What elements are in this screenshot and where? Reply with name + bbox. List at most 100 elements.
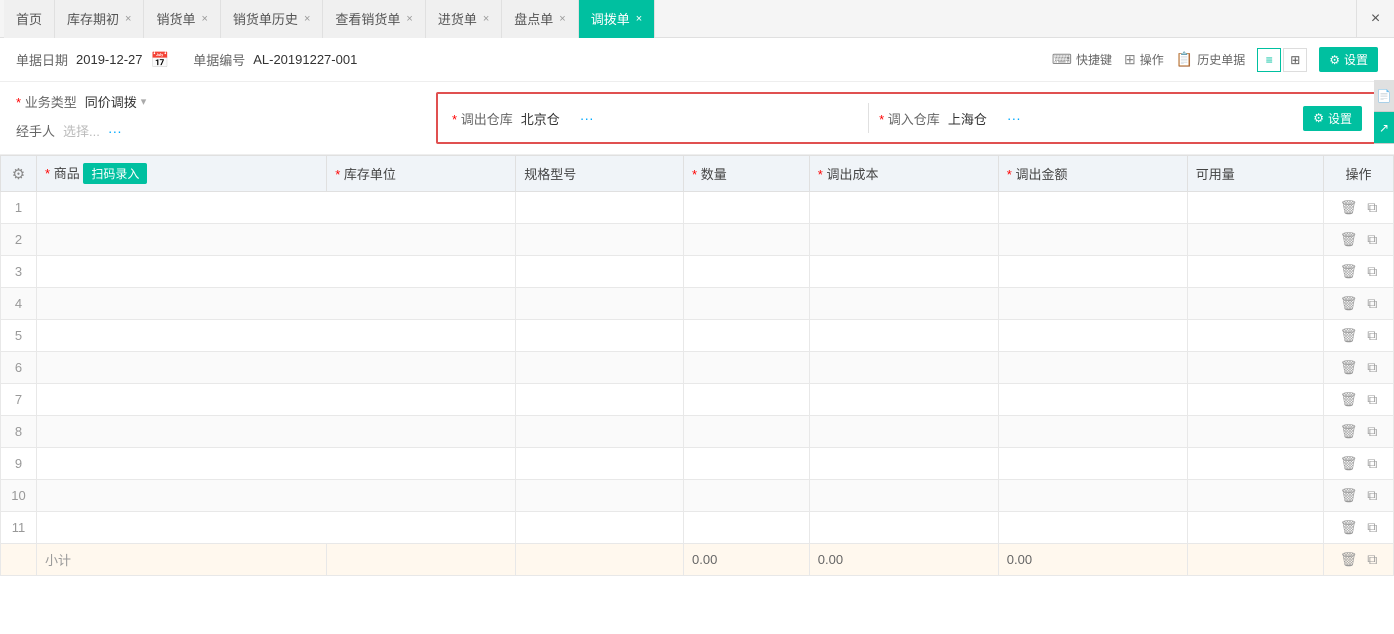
- delete-icon[interactable]: 🗑: [1340, 231, 1358, 247]
- shortcut-button[interactable]: ⌨ 快捷键: [1052, 51, 1112, 68]
- tab-inventory-check[interactable]: 盘点单 ×: [502, 0, 578, 38]
- available-cell[interactable]: [1187, 288, 1323, 320]
- available-cell[interactable]: [1187, 512, 1323, 544]
- tab-view-sales-close[interactable]: ×: [406, 13, 412, 25]
- right-panel-doc-icon[interactable]: 📄: [1374, 80, 1394, 112]
- delete-icon[interactable]: 🗑: [1340, 423, 1358, 439]
- copy-icon[interactable]: ⧉: [1367, 359, 1377, 375]
- amount-cell[interactable]: [998, 192, 1187, 224]
- amount-cell[interactable]: [998, 512, 1187, 544]
- qty-cell[interactable]: [684, 320, 810, 352]
- spec-cell[interactable]: [516, 416, 684, 448]
- amount-cell[interactable]: [998, 288, 1187, 320]
- qty-cell[interactable]: [684, 480, 810, 512]
- grid-view-button[interactable]: ⊞: [1283, 48, 1307, 72]
- subtotal-delete-icon[interactable]: 🗑: [1340, 551, 1358, 567]
- spec-cell[interactable]: [516, 352, 684, 384]
- spec-cell[interactable]: [516, 256, 684, 288]
- tab-sales-history-close[interactable]: ×: [304, 13, 310, 25]
- spec-cell[interactable]: [516, 192, 684, 224]
- warehouse-settings-button[interactable]: ⚙ 设置: [1303, 106, 1362, 131]
- cost-cell[interactable]: [809, 480, 998, 512]
- calendar-icon[interactable]: 📅: [151, 51, 170, 69]
- copy-icon[interactable]: ⧉: [1367, 391, 1377, 407]
- delete-icon[interactable]: 🗑: [1340, 487, 1358, 503]
- product-cell[interactable]: [37, 192, 516, 224]
- tab-home[interactable]: 首页: [4, 0, 55, 38]
- scan-entry-button[interactable]: 扫码录入: [83, 163, 147, 184]
- qty-cell[interactable]: [684, 256, 810, 288]
- delete-icon[interactable]: 🗑: [1340, 519, 1358, 535]
- delete-icon[interactable]: 🗑: [1340, 391, 1358, 407]
- tab-inventory-init[interactable]: 库存期初 ×: [55, 0, 144, 38]
- copy-icon[interactable]: ⧉: [1367, 455, 1377, 471]
- cost-cell[interactable]: [809, 320, 998, 352]
- tab-purchase[interactable]: 进货单 ×: [426, 0, 502, 38]
- qty-cell[interactable]: [684, 448, 810, 480]
- amount-cell[interactable]: [998, 448, 1187, 480]
- copy-icon[interactable]: ⧉: [1367, 231, 1377, 247]
- col-gear[interactable]: ⚙: [1, 156, 37, 192]
- subtotal-copy-icon[interactable]: ⧉: [1367, 551, 1377, 567]
- available-cell[interactable]: [1187, 224, 1323, 256]
- copy-icon[interactable]: ⧉: [1367, 519, 1377, 535]
- product-cell[interactable]: [37, 256, 516, 288]
- amount-cell[interactable]: [998, 416, 1187, 448]
- spec-cell[interactable]: [516, 288, 684, 320]
- copy-icon[interactable]: ⧉: [1367, 199, 1377, 215]
- available-cell[interactable]: [1187, 320, 1323, 352]
- table-settings-icon[interactable]: ⚙: [12, 166, 25, 183]
- spec-cell[interactable]: [516, 320, 684, 352]
- available-cell[interactable]: [1187, 256, 1323, 288]
- product-cell[interactable]: [37, 384, 516, 416]
- available-cell[interactable]: [1187, 480, 1323, 512]
- cost-cell[interactable]: [809, 448, 998, 480]
- qty-cell[interactable]: [684, 224, 810, 256]
- qty-cell[interactable]: [684, 352, 810, 384]
- tab-view-sales[interactable]: 查看销货单 ×: [323, 0, 425, 38]
- available-cell[interactable]: [1187, 192, 1323, 224]
- product-cell[interactable]: [37, 352, 516, 384]
- amount-cell[interactable]: [998, 384, 1187, 416]
- product-cell[interactable]: [37, 224, 516, 256]
- history-button[interactable]: 📋 历史单据: [1176, 51, 1245, 68]
- tab-sales-order[interactable]: 销货单 ×: [144, 0, 220, 38]
- settings-button[interactable]: ⚙ 设置: [1319, 47, 1378, 72]
- qty-cell[interactable]: [684, 512, 810, 544]
- spec-cell[interactable]: [516, 480, 684, 512]
- biz-type-select[interactable]: 同价调拨 ▾: [85, 92, 147, 111]
- tab-inventory-check-close[interactable]: ×: [559, 13, 565, 25]
- out-warehouse-more-icon[interactable]: ···: [580, 110, 594, 126]
- copy-icon[interactable]: ⧉: [1367, 327, 1377, 343]
- product-cell[interactable]: [37, 480, 516, 512]
- delete-icon[interactable]: 🗑: [1340, 295, 1358, 311]
- cost-cell[interactable]: [809, 192, 998, 224]
- amount-cell[interactable]: [998, 352, 1187, 384]
- amount-cell[interactable]: [998, 224, 1187, 256]
- product-cell[interactable]: [37, 288, 516, 320]
- cost-cell[interactable]: [809, 288, 998, 320]
- amount-cell[interactable]: [998, 320, 1187, 352]
- amount-cell[interactable]: [998, 480, 1187, 512]
- handler-value[interactable]: 选择...: [63, 121, 100, 140]
- in-warehouse-more-icon[interactable]: ···: [1007, 110, 1021, 126]
- copy-icon[interactable]: ⧉: [1367, 263, 1377, 279]
- product-cell[interactable]: [37, 448, 516, 480]
- right-panel-export-icon[interactable]: ↗: [1374, 112, 1394, 144]
- available-cell[interactable]: [1187, 352, 1323, 384]
- tab-sales-order-close[interactable]: ×: [201, 13, 207, 25]
- qty-cell[interactable]: [684, 384, 810, 416]
- amount-cell[interactable]: [998, 256, 1187, 288]
- copy-icon[interactable]: ⧉: [1367, 423, 1377, 439]
- cost-cell[interactable]: [809, 512, 998, 544]
- handler-more-icon[interactable]: ···: [108, 123, 122, 139]
- qty-cell[interactable]: [684, 192, 810, 224]
- delete-icon[interactable]: 🗑: [1340, 359, 1358, 375]
- cost-cell[interactable]: [809, 352, 998, 384]
- delete-icon[interactable]: 🗑: [1340, 199, 1358, 215]
- qty-cell[interactable]: [684, 416, 810, 448]
- tab-transfer[interactable]: 调拨单 ×: [579, 0, 655, 38]
- spec-cell[interactable]: [516, 512, 684, 544]
- copy-icon[interactable]: ⧉: [1367, 487, 1377, 503]
- product-cell[interactable]: [37, 416, 516, 448]
